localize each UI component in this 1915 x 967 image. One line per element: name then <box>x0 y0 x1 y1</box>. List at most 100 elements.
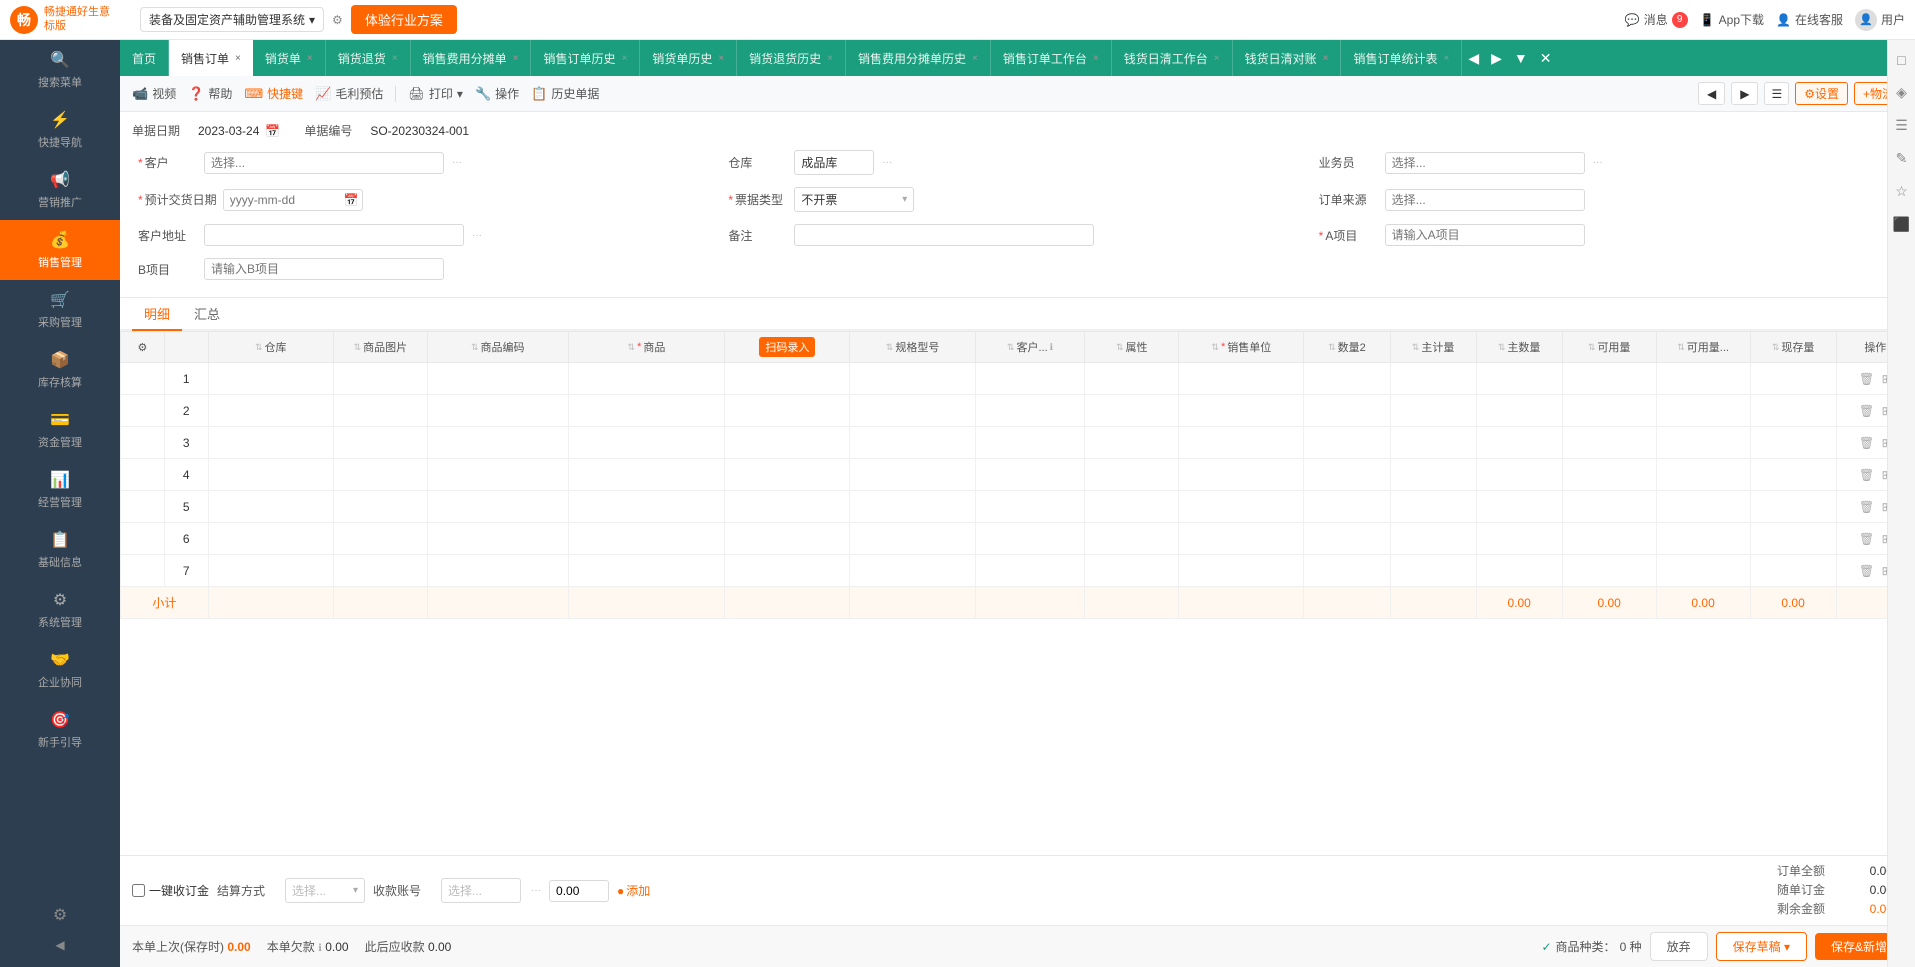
add-button[interactable]: ● 添加 <box>617 882 650 899</box>
th-gear[interactable]: ⚙ <box>121 332 165 363</box>
prev-record-btn[interactable]: ◀ <box>1698 82 1725 105</box>
row-qty2-5[interactable] <box>1304 491 1390 523</box>
row-code-1[interactable] <box>427 363 568 395</box>
view-btn[interactable]: 📹 视频 <box>132 85 176 102</box>
tab-close-icon[interactable]: × <box>621 53 627 64</box>
a-project-input[interactable] <box>1385 224 1585 246</box>
row-cust-7[interactable] <box>975 555 1085 587</box>
invoice-select[interactable]: 不开票 ▾ <box>794 187 914 212</box>
delete-icon-3[interactable]: 🗑 <box>1859 436 1874 450</box>
row-warehouse-2[interactable] <box>208 395 333 427</box>
row-main-qty-2[interactable] <box>1476 395 1562 427</box>
row-main-qty-4[interactable] <box>1476 459 1562 491</box>
row-main-qty-6[interactable] <box>1476 523 1562 555</box>
th-qty2[interactable]: ⇅数量2 <box>1304 332 1390 363</box>
row-attr-7[interactable] <box>1085 555 1179 587</box>
shortcut-btn[interactable]: ⌨ 快捷键 <box>244 85 303 102</box>
row-attr-4[interactable] <box>1085 459 1179 491</box>
sidebar-item-enterprise[interactable]: 🤝 企业协同 <box>0 640 120 700</box>
next-record-btn[interactable]: ▶ <box>1731 82 1758 105</box>
row-warehouse-1[interactable] <box>208 363 333 395</box>
row-spec-4[interactable] <box>850 459 975 491</box>
tab-order-workbench[interactable]: 销售订单工作台 × <box>991 40 1112 76</box>
row-attr-2[interactable] <box>1085 395 1179 427</box>
account-more-icon[interactable]: ··· <box>531 885 541 896</box>
row-qty2-3[interactable] <box>1304 427 1390 459</box>
th-avail[interactable]: ⇅可用量 <box>1562 332 1656 363</box>
row-qty2-2[interactable] <box>1304 395 1390 427</box>
th-scan[interactable]: 扫码录入 <box>725 332 850 363</box>
row-product-6[interactable] <box>568 523 725 555</box>
row-code-2[interactable] <box>427 395 568 427</box>
row-cust-5[interactable] <box>975 491 1085 523</box>
quickpay-checkbox[interactable]: 一键收订金 <box>132 882 209 899</box>
account-select[interactable]: 选择... <box>441 878 521 903</box>
row-attr-3[interactable] <box>1085 427 1179 459</box>
profit-btn[interactable]: 📈 毛利预估 <box>315 85 383 102</box>
delivery-input[interactable] <box>223 189 363 211</box>
row-unit-5[interactable] <box>1179 491 1304 523</box>
save-draft-button[interactable]: 保存草稿 ▾ <box>1716 932 1807 961</box>
sidebar-item-purchase[interactable]: 🛒 采购管理 <box>0 280 120 340</box>
settings-btn[interactable]: ⚙ 设置 <box>1795 82 1848 105</box>
tab-close-icon[interactable]: × <box>1323 53 1329 64</box>
row-code-7[interactable] <box>427 555 568 587</box>
th-avail2[interactable]: ⇅可用量... <box>1656 332 1750 363</box>
row-spec-1[interactable] <box>850 363 975 395</box>
tab-sales-history[interactable]: 销货单历史 × <box>640 40 737 76</box>
delete-icon-6[interactable]: 🗑 <box>1859 532 1874 546</box>
discard-button[interactable]: 放弃 <box>1650 932 1708 961</box>
sidebar-item-newbie[interactable]: 🎯 新手引导 <box>0 700 120 760</box>
row-unit-3[interactable] <box>1179 427 1304 459</box>
tab-order-history[interactable]: 销售订单历史 × <box>531 40 640 76</box>
row-product-5[interactable] <box>568 491 725 523</box>
tab-statistics[interactable]: 销售订单统计表 × <box>1341 40 1462 76</box>
customer-more-icon[interactable]: ··· <box>452 157 462 168</box>
tab-prev-button[interactable]: ◀ <box>1462 50 1485 67</box>
tab-sales-order[interactable]: 销售订单 × <box>169 40 253 76</box>
row-attr-5[interactable] <box>1085 491 1179 523</box>
user-button[interactable]: 👤 用户 <box>1855 9 1905 31</box>
row-cust-6[interactable] <box>975 523 1085 555</box>
sidebar-item-search[interactable]: 🔍 搜索菜单 <box>0 40 120 100</box>
order-source-input[interactable] <box>1385 189 1585 211</box>
tab-close-icon[interactable]: × <box>1093 53 1099 64</box>
row-product-4[interactable] <box>568 459 725 491</box>
tab-return-history[interactable]: 销货退货历史 × <box>737 40 846 76</box>
row-cust-4[interactable] <box>975 459 1085 491</box>
tab-close-icon[interactable]: × <box>307 53 313 64</box>
settings-bottom-icon[interactable]: ⚙ <box>53 905 67 925</box>
row-unit-6[interactable] <box>1179 523 1304 555</box>
row-attr-6[interactable] <box>1085 523 1179 555</box>
solution-button[interactable]: 体验行业方案 <box>351 5 457 34</box>
row-qty2-7[interactable] <box>1304 555 1390 587</box>
th-spec[interactable]: ⇅规格型号 <box>850 332 975 363</box>
tab-close-icon[interactable]: × <box>392 53 398 64</box>
table-wrapper[interactable]: ⚙ ⇅仓库 ⇅商品图片 ⇅商品编码 ⇅*商品 <box>120 331 1915 855</box>
tab-sales[interactable]: 销货单 × <box>253 40 326 76</box>
tab-close-icon[interactable]: × <box>235 53 241 64</box>
row-warehouse-3[interactable] <box>208 427 333 459</box>
help-btn[interactable]: ❓ 帮助 <box>188 85 232 102</box>
th-attr[interactable]: ⇅属性 <box>1085 332 1179 363</box>
row-main-qty-5[interactable] <box>1476 491 1562 523</box>
tab-daily-workbench[interactable]: 钱货日清工作台 × <box>1112 40 1233 76</box>
sidebar-item-basic[interactable]: 📋 基础信息 <box>0 520 120 580</box>
tab-expense-history[interactable]: 销售费用分摊单历史 × <box>846 40 991 76</box>
warehouse-value[interactable]: 成品库 <box>794 150 874 175</box>
row-warehouse-7[interactable] <box>208 555 333 587</box>
row-cust-1[interactable] <box>975 363 1085 395</box>
tab-close-icon[interactable]: × <box>1214 53 1220 64</box>
row-warehouse-5[interactable] <box>208 491 333 523</box>
tab-next-button[interactable]: ▶ <box>1485 50 1508 67</box>
history-btn[interactable]: 📋 历史单据 <box>531 85 599 102</box>
row-unit-7[interactable] <box>1179 555 1304 587</box>
th-unit[interactable]: ⇅*销售单位 <box>1179 332 1304 363</box>
row-spec-5[interactable] <box>850 491 975 523</box>
tab-close-icon[interactable]: × <box>718 53 724 64</box>
th-product[interactable]: ⇅*商品 <box>568 332 725 363</box>
row-spec-6[interactable] <box>850 523 975 555</box>
note-input[interactable] <box>794 224 1094 246</box>
view-toggle-btn[interactable]: ☰ <box>1764 82 1789 105</box>
row-code-5[interactable] <box>427 491 568 523</box>
